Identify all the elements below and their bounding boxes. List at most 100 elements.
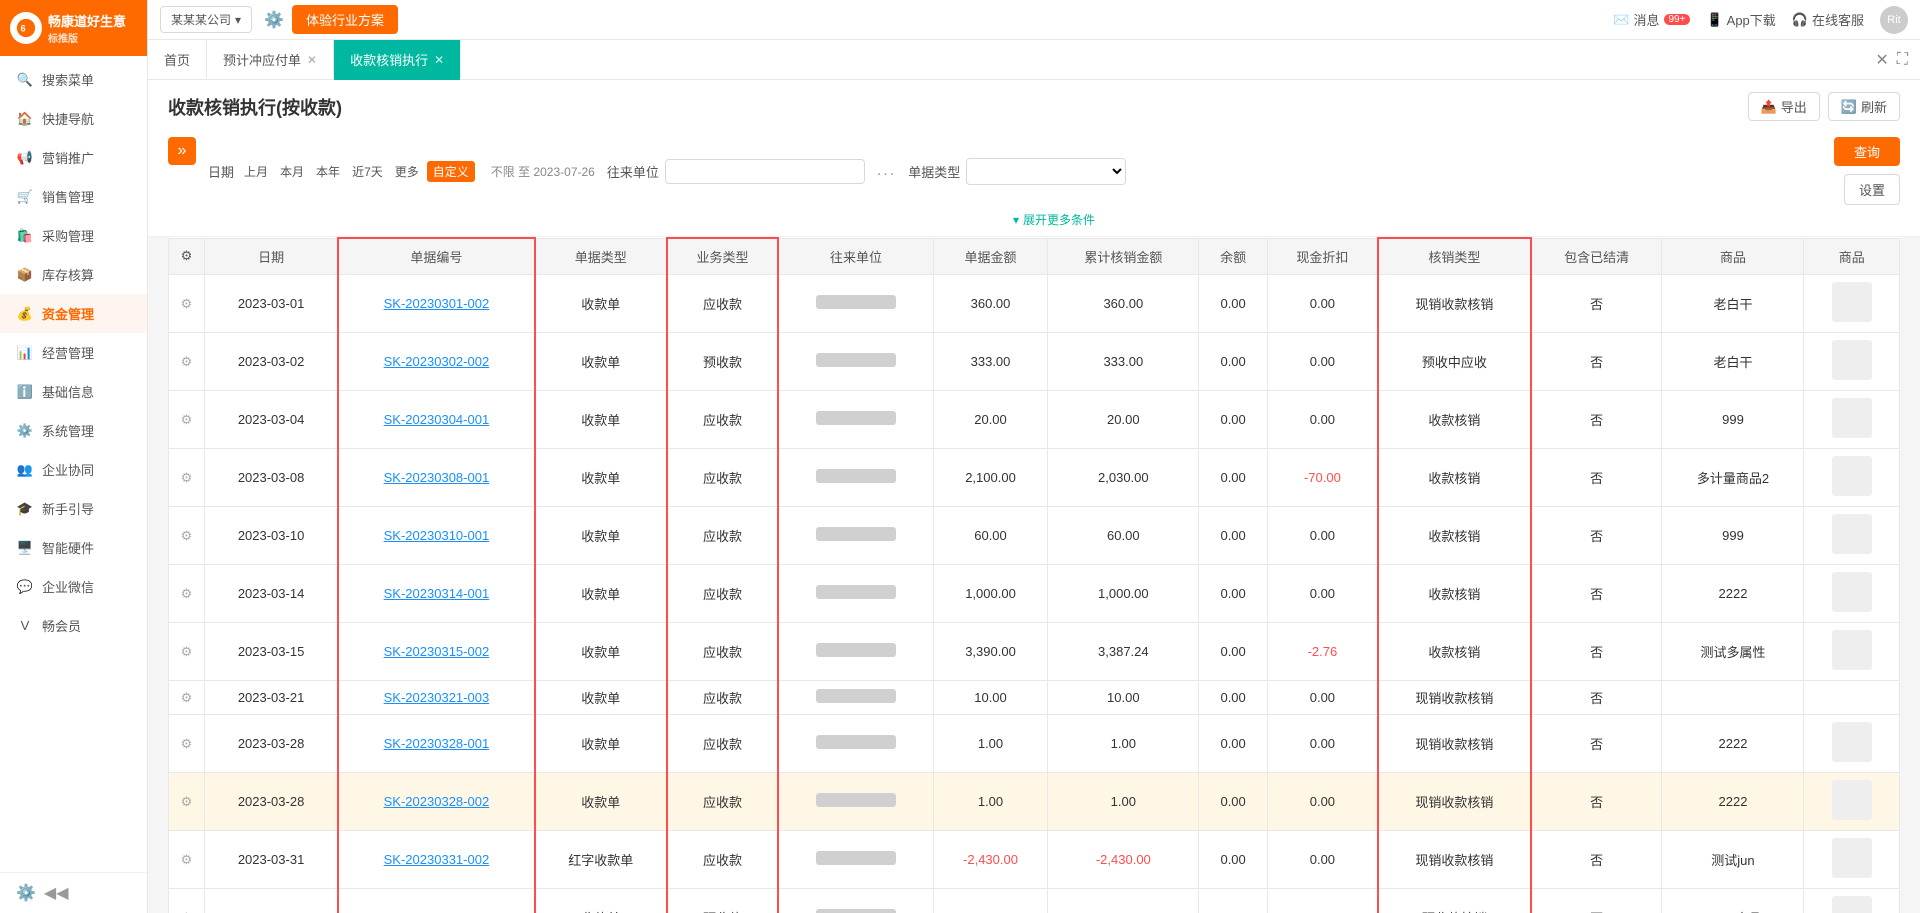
sidebar-settings-btn[interactable]: ⚙️ (16, 883, 36, 903)
refresh-icon: 🔄 (1841, 99, 1857, 115)
filter-settings-btn[interactable]: 设置 (1844, 174, 1900, 205)
bill-no-link[interactable]: SK-20230314-001 (384, 586, 490, 601)
row-bill-no: SK-20230331-002 (338, 831, 535, 889)
row-partner (778, 715, 933, 773)
settings-icon[interactable]: ⚙️ (264, 10, 284, 30)
row-cancel-type: 收款核销 (1378, 507, 1531, 565)
row-cancel-amount: 60.00 (1048, 507, 1199, 565)
sidebar-item-system[interactable]: ⚙️ 系统管理 (0, 411, 147, 450)
sidebar-item-operations[interactable]: 📊 经营管理 (0, 333, 147, 372)
row-bill-type: 收款单 (535, 623, 667, 681)
row-balance: 0.00 (1199, 391, 1267, 449)
row-amount: 1,000.00 (933, 565, 1047, 623)
tab-close-cancel-exec[interactable]: ✕ (434, 53, 444, 67)
refresh-btn[interactable]: 🔄 刷新 (1828, 92, 1900, 121)
single-type-select[interactable] (966, 158, 1126, 185)
sidebar-item-member[interactable]: V 畅会员 (0, 606, 147, 645)
app-logo: 6 畅康道好生意 标推版 (0, 0, 147, 56)
row-balance: 0.00 (1199, 623, 1267, 681)
tab-close-prepay[interactable]: ✕ (307, 53, 317, 67)
row-include-settled: 否 (1531, 391, 1662, 449)
filter-toggle-btn[interactable]: » (168, 137, 196, 165)
bill-no-link[interactable]: SK-20230328-001 (384, 736, 490, 751)
row-bill-no: SK-20230301-002 (338, 275, 535, 333)
query-btn[interactable]: 查询 (1834, 137, 1900, 166)
sidebar-item-guide[interactable]: 🎓 新手引导 (0, 489, 147, 528)
trial-btn[interactable]: 体验行业方案 (292, 5, 398, 34)
sidebar-item-wechat[interactable]: 💬 企业微信 (0, 567, 147, 606)
tab-close-icon[interactable]: ✕ (1875, 50, 1888, 70)
bill-no-link[interactable]: SK-20230331-002 (384, 852, 490, 867)
bill-no-link[interactable]: SK-20230315-002 (384, 644, 490, 659)
row-bill-no: SK-20230328-001 (338, 715, 535, 773)
sidebar-item-marketing[interactable]: 📢 营销推广 (0, 138, 147, 177)
row-product1: 测试jun (1662, 831, 1804, 889)
date-btn-this-month[interactable]: 本月 (276, 161, 308, 182)
row-biz-type: 应收款 (667, 681, 778, 715)
online-service-btn[interactable]: 🎧 在线客服 (1792, 10, 1864, 29)
row-gear: ⚙ (169, 623, 205, 681)
row-cancel-amount: 20.00 (1048, 889, 1199, 913)
row-gear: ⚙ (169, 889, 205, 913)
expand-btn[interactable]: ▾ 展开更多条件 (1013, 211, 1095, 228)
export-btn[interactable]: 📤 导出 (1748, 92, 1820, 121)
row-amount: -2,430.00 (933, 831, 1047, 889)
bill-no-link[interactable]: SK-20230310-001 (384, 528, 490, 543)
user-avatar[interactable]: Rit (1880, 6, 1908, 34)
row-bill-no: SK-20230328-002 (338, 773, 535, 831)
date-btn-last-month[interactable]: 上月 (240, 161, 272, 182)
bill-no-link[interactable]: SK-20230321-003 (384, 690, 490, 705)
messages-btn[interactable]: ✉️ 消息 99+ (1613, 10, 1690, 29)
tab-cancel-exec[interactable]: 收款核销执行 ✕ (334, 40, 461, 80)
sidebar-item-quicknav[interactable]: 🏠 快捷导航 (0, 99, 147, 138)
sidebar-item-sales[interactable]: 🛒 销售管理 (0, 177, 147, 216)
date-btn-custom[interactable]: 自定义 (427, 161, 475, 182)
company-dropdown[interactable]: 某某某公司 ▾ (160, 6, 252, 33)
sidebar-item-hardware[interactable]: 🖥️ 智能硬件 (0, 528, 147, 567)
row-product1: 2222 (1662, 715, 1804, 773)
sidebar-item-inventory[interactable]: 📦 库存核算 (0, 255, 147, 294)
row-include-settled: 否 (1531, 681, 1662, 715)
date-btn-this-year[interactable]: 本年 (312, 161, 344, 182)
row-date: 2023-03-21 (205, 681, 339, 715)
row-amount: 60.00 (933, 507, 1047, 565)
row-product2 (1804, 449, 1900, 507)
bill-no-link[interactable]: SK-20230301-002 (384, 296, 490, 311)
tab-maximize-icon[interactable]: ⛶ (1897, 51, 1908, 69)
row-date: 2023-03-28 (205, 715, 339, 773)
search-icon: 🔍 (16, 71, 34, 89)
row-cancel-type: 收款核销 (1378, 565, 1531, 623)
partner-input[interactable] (665, 159, 865, 184)
guide-icon: 🎓 (16, 500, 34, 518)
app-download-btn[interactable]: 📱 App下载 (1706, 10, 1775, 29)
sidebar-item-purchase[interactable]: 🛍️ 采购管理 (0, 216, 147, 255)
tab-prepay[interactable]: 预计冲应付单 ✕ (207, 40, 334, 80)
sidebar-collapse-btn[interactable]: ◀◀ (44, 883, 69, 903)
tabbar-actions: ✕ ⛶ (1875, 50, 1920, 70)
page-header-buttons: 📤 导出 🔄 刷新 (1748, 92, 1900, 121)
bill-no-link[interactable]: SK-20230302-002 (384, 354, 490, 369)
col-settings-icon[interactable]: ⚙ (181, 248, 193, 263)
row-balance: 0.00 (1199, 889, 1267, 913)
row-bill-no: SK-20230321-003 (338, 681, 535, 715)
row-amount: 1.00 (933, 773, 1047, 831)
sidebar-item-search[interactable]: 🔍 搜索菜单 (0, 60, 147, 99)
date-btn-more[interactable]: 更多 (391, 161, 423, 182)
row-product2 (1804, 623, 1900, 681)
home-icon: 🏠 (16, 110, 34, 128)
row-bill-type: 收款单 (535, 681, 667, 715)
date-filter: 日期 上月 本月 本年 近7天 更多 自定义 (208, 161, 475, 182)
filter-bar: » 日期 上月 本月 本年 近7天 更多 自定义 (148, 129, 1920, 237)
bill-no-link[interactable]: SK-20230304-001 (384, 412, 490, 427)
row-bill-no: SK-20230308-001 (338, 449, 535, 507)
sidebar-item-finance[interactable]: 💰 资金管理 (0, 294, 147, 333)
sidebar-item-collab[interactable]: 👥 企业协同 (0, 450, 147, 489)
bill-no-link[interactable]: SK-20230308-001 (384, 470, 490, 485)
date-btn-7days[interactable]: 近7天 (348, 161, 387, 182)
row-balance: 0.00 (1199, 831, 1267, 889)
tab-home[interactable]: 首页 (148, 40, 207, 80)
row-cash-discount: 0.00 (1267, 507, 1378, 565)
bill-no-link[interactable]: SK-20230328-002 (384, 794, 490, 809)
sidebar-item-basic[interactable]: ℹ️ 基础信息 (0, 372, 147, 411)
row-biz-type: 应收款 (667, 565, 778, 623)
